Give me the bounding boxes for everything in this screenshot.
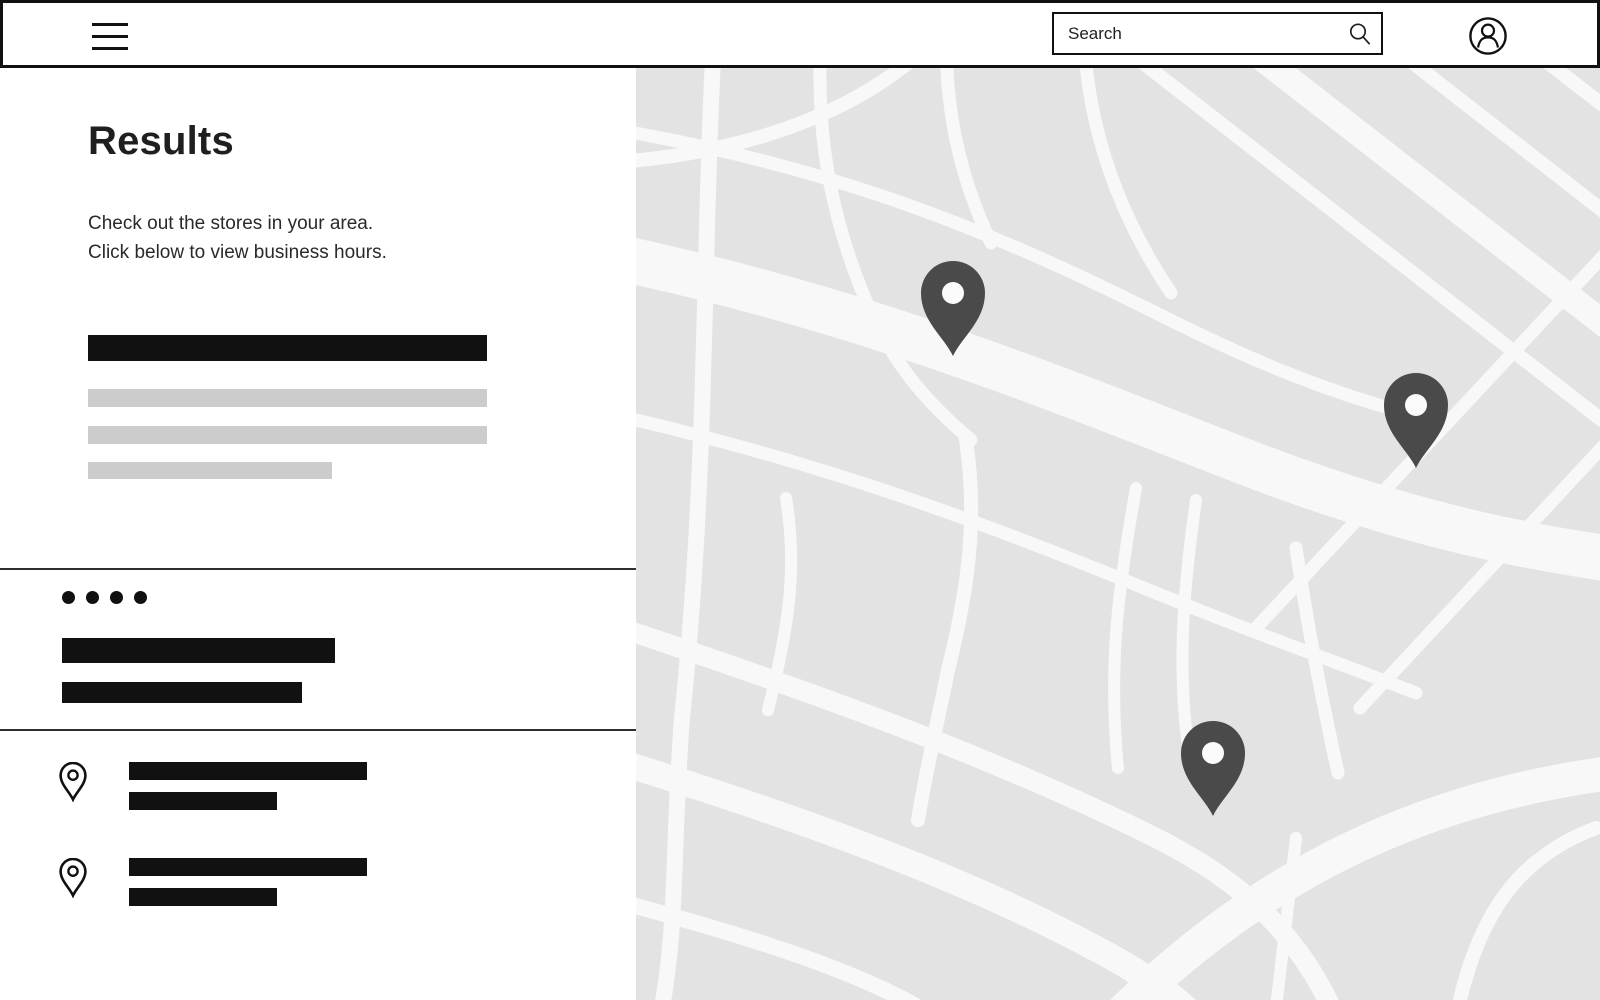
skeleton-bar bbox=[88, 462, 332, 479]
results-description: Check out the stores in your area. Click… bbox=[88, 210, 387, 267]
skeleton-bar bbox=[129, 888, 277, 906]
dot bbox=[134, 591, 147, 604]
store-list-item[interactable] bbox=[58, 858, 578, 906]
dot bbox=[110, 591, 123, 604]
description-line-1: Check out the stores in your area. bbox=[88, 213, 373, 234]
top-bar bbox=[0, 0, 1600, 68]
search-icon[interactable] bbox=[1347, 21, 1373, 47]
location-pin-icon bbox=[58, 858, 88, 898]
store-locator-page: Results Check out the stores in your are… bbox=[0, 0, 1600, 1000]
dot bbox=[86, 591, 99, 604]
skeleton-bar bbox=[88, 389, 487, 407]
location-pin-icon bbox=[58, 762, 88, 802]
store-text-skeleton bbox=[129, 762, 367, 810]
skeleton-bar bbox=[129, 858, 367, 876]
skeleton-bar bbox=[129, 762, 367, 780]
search-input[interactable] bbox=[1054, 24, 1347, 44]
skeleton-bar bbox=[62, 638, 335, 663]
skeleton-bar bbox=[62, 682, 302, 703]
divider bbox=[0, 568, 636, 570]
hamburger-menu-icon[interactable] bbox=[92, 23, 128, 50]
dot bbox=[62, 591, 75, 604]
store-card-skeleton bbox=[88, 335, 487, 479]
rating-dots bbox=[62, 591, 147, 604]
results-panel: Results Check out the stores in your are… bbox=[0, 68, 636, 1000]
search-box[interactable] bbox=[1052, 12, 1383, 55]
store-text-skeleton bbox=[129, 858, 367, 906]
skeleton-bar bbox=[88, 335, 487, 361]
divider bbox=[0, 729, 636, 731]
store-list-item[interactable] bbox=[58, 762, 578, 810]
user-profile-icon[interactable] bbox=[1468, 16, 1508, 56]
map-canvas[interactable] bbox=[636, 68, 1600, 1000]
page-title: Results bbox=[88, 116, 234, 166]
business-hours-skeleton bbox=[62, 638, 335, 703]
skeleton-bar bbox=[88, 426, 487, 444]
description-line-2: Click below to view business hours. bbox=[88, 242, 387, 263]
skeleton-bar bbox=[129, 792, 277, 810]
